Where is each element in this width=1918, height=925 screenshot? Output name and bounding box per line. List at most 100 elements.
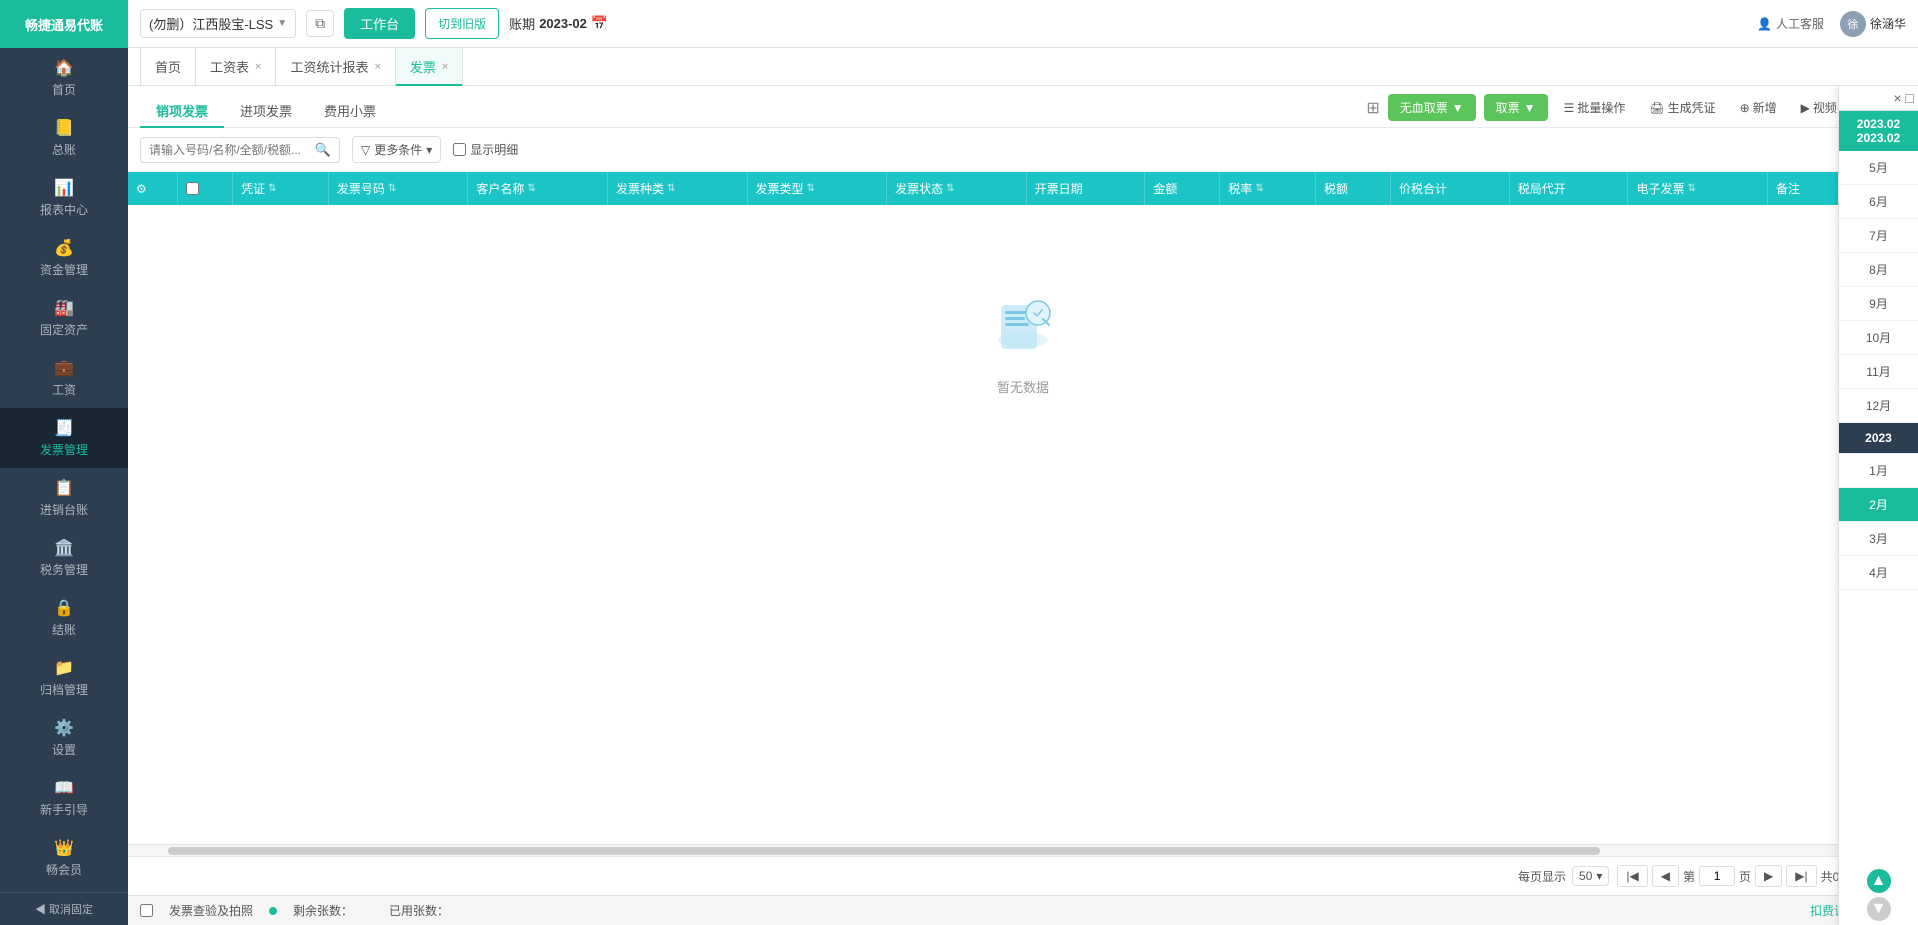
no-take-button[interactable]: 无血取票 ▼ [1388,94,1476,121]
show-detail-checkbox-label[interactable]: 显示明细 [453,141,518,158]
cal-month-9[interactable]: 9月 [1839,287,1918,321]
col-tax-rate[interactable]: 税率⇅ [1220,172,1316,205]
tab-invoice[interactable]: 发票 × [396,48,463,86]
sidebar-item-tax[interactable]: 🏛️ 税务管理 [0,528,128,588]
search-icon[interactable]: 🔍 [315,142,331,158]
per-page-dropdown[interactable]: 50 ▾ [1572,866,1609,886]
sidebar-item-ledger[interactable]: 📒 总账 [0,108,128,168]
sidebar-item-archive[interactable]: 📁 归档管理 [0,648,128,708]
prev-page-button[interactable]: ◀ [1652,865,1679,887]
tab-home[interactable]: 首页 [140,48,196,86]
switch-version-button[interactable]: 切到旧版 [425,8,499,39]
tab-close-salary[interactable]: × [255,61,261,73]
search-input[interactable] [149,143,309,157]
ledger-icon: 📒 [54,118,74,138]
sidebar-item-home[interactable]: 🏠 首页 [0,48,128,108]
sort-icon: ⇅ [268,183,276,194]
guide-icon: 📖 [54,778,74,798]
tab-close-invoice[interactable]: × [442,61,448,73]
col-e-invoice[interactable]: 电子发票⇅ [1628,172,1768,205]
show-detail-checkbox[interactable] [453,143,466,156]
col-remark[interactable]: 备注 [1768,172,1843,205]
cal-year-2023: 2023 [1839,423,1918,454]
col-customer[interactable]: 客户名称⇅ [468,172,608,205]
sort-icon: ⇅ [807,183,815,194]
closing-icon: 🔒 [54,598,74,618]
search-box: 🔍 [140,137,340,163]
sub-tab-sales[interactable]: 销项发票 [140,95,224,128]
last-page-button[interactable]: ▶| [1786,865,1816,887]
filter-button[interactable]: ▽ 更多条件 ▾ [352,136,441,163]
sidebar-item-reports[interactable]: 📊 报表中心 [0,168,128,228]
tab-salary-stats[interactable]: 工资统计报表 × [276,48,395,86]
pagination-bar: 每页显示 50 ▾ |◀ ◀ 第 页 ▶ ▶| 共0页，0条记录 [128,856,1918,895]
calendar-icon[interactable]: 📅 [591,15,608,32]
user-menu[interactable]: 徐 徐涵华 [1840,11,1906,37]
scrollbar-area[interactable] [128,844,1918,856]
calendar-close-button[interactable]: × [1893,90,1901,106]
funds-icon: 💰 [54,238,74,258]
new-button[interactable]: ⊕ 新增 [1732,95,1785,120]
sort-icon: ⇅ [1255,183,1263,194]
sidebar-item-salary[interactable]: 💼 工资 [0,348,128,408]
sub-tab-expense[interactable]: 费用小票 [308,95,392,128]
col-amount[interactable]: 金额 [1145,172,1220,205]
calendar-panel: × □ 2023.02 2023.02 5月 6月 7月 8月 9月 10月 1… [1838,86,1918,925]
table-wrapper[interactable]: ⚙ 凭证⇅ 发票号码⇅ 客户名称⇅ 发票种类⇅ 发票类型⇅ 发票状态⇅ 开票日期… [128,172,1918,844]
cal-month-2[interactable]: 2月 [1839,488,1918,522]
sidebar-pin-toggle[interactable]: ◀ 取消固定 [0,892,128,925]
col-setting[interactable]: ⚙ [128,172,178,205]
batch-icon: ☰ [1564,101,1575,115]
col-open-date[interactable]: 开票日期 [1026,172,1145,205]
batch-op-button[interactable]: ☰ 批量操作 [1556,95,1634,120]
copy-button[interactable]: ⧉ [306,10,334,37]
workspace-button[interactable]: 工作台 [344,8,415,39]
company-selector[interactable]: (勿删）江西股宝-LSS ▼ [140,9,296,38]
cal-month-1[interactable]: 1月 [1839,454,1918,488]
sidebar-item-closing[interactable]: 🔒 结账 [0,588,128,648]
col-voucher[interactable]: 凭证⇅ [233,172,329,205]
gen-voucher-button[interactable]: 🖨 生成凭证 [1641,95,1723,120]
cal-month-12[interactable]: 12月 [1839,389,1918,423]
col-invoice-type[interactable]: 发票种类⇅ [607,172,747,205]
cal-month-4[interactable]: 4月 [1839,556,1918,590]
cal-month-10[interactable]: 10月 [1839,321,1918,355]
cal-month-8[interactable]: 8月 [1839,253,1918,287]
first-page-button[interactable]: |◀ [1617,865,1647,887]
sidebar-item-guide[interactable]: 📖 新手引导 [0,768,128,828]
select-all-checkbox[interactable] [186,182,199,195]
cal-month-5[interactable]: 5月 [1839,151,1918,185]
sidebar-item-member[interactable]: 👑 畅会员 [0,828,128,888]
grid-view-icon[interactable]: ⊞ [1366,98,1379,118]
cal-month-3[interactable]: 3月 [1839,522,1918,556]
sidebar-item-funds[interactable]: 💰 资金管理 [0,228,128,288]
page-input[interactable] [1699,866,1735,886]
calendar-maximize-button[interactable]: □ [1906,90,1914,106]
col-invoice-status[interactable]: 发票状态⇅ [887,172,1027,205]
tab-salary[interactable]: 工资表 × [196,48,276,86]
col-tax-total[interactable]: 价税合计 [1390,172,1509,205]
salary-icon: 💼 [54,358,74,378]
verify-checkbox[interactable] [140,904,153,917]
col-invoice-no[interactable]: 发票号码⇅ [328,172,468,205]
tab-close-salary-stats[interactable]: × [374,61,380,73]
calendar-down-button[interactable]: ▼ [1867,897,1891,921]
sub-tabs-actions: ⊞ 无血取票 ▼ 取票 ▼ ☰ 批量操作 🖨 生成凭证 [1366,94,1906,127]
sub-tab-purchase[interactable]: 进项发票 [224,95,308,128]
archive-icon: 📁 [54,658,74,678]
take-button[interactable]: 取票 ▼ [1484,94,1548,121]
col-check[interactable] [178,172,233,205]
cal-month-11[interactable]: 11月 [1839,355,1918,389]
col-tax-code[interactable]: 税局代开 [1509,172,1628,205]
cal-month-6[interactable]: 6月 [1839,185,1918,219]
col-tax[interactable]: 税额 [1316,172,1391,205]
cal-month-7[interactable]: 7月 [1839,219,1918,253]
sidebar-item-assets[interactable]: 🏭 固定资产 [0,288,128,348]
col-invoice-class[interactable]: 发票类型⇅ [747,172,887,205]
service-button[interactable]: 👤 人工客服 [1757,15,1824,32]
sidebar-item-sales-account[interactable]: 📋 进销台账 [0,468,128,528]
calendar-up-button[interactable]: ▲ [1867,869,1891,893]
sidebar-item-invoice[interactable]: 🧾 发票管理 [0,408,128,468]
next-page-button[interactable]: ▶ [1755,865,1782,887]
sidebar-item-settings[interactable]: ⚙️ 设置 [0,708,128,768]
